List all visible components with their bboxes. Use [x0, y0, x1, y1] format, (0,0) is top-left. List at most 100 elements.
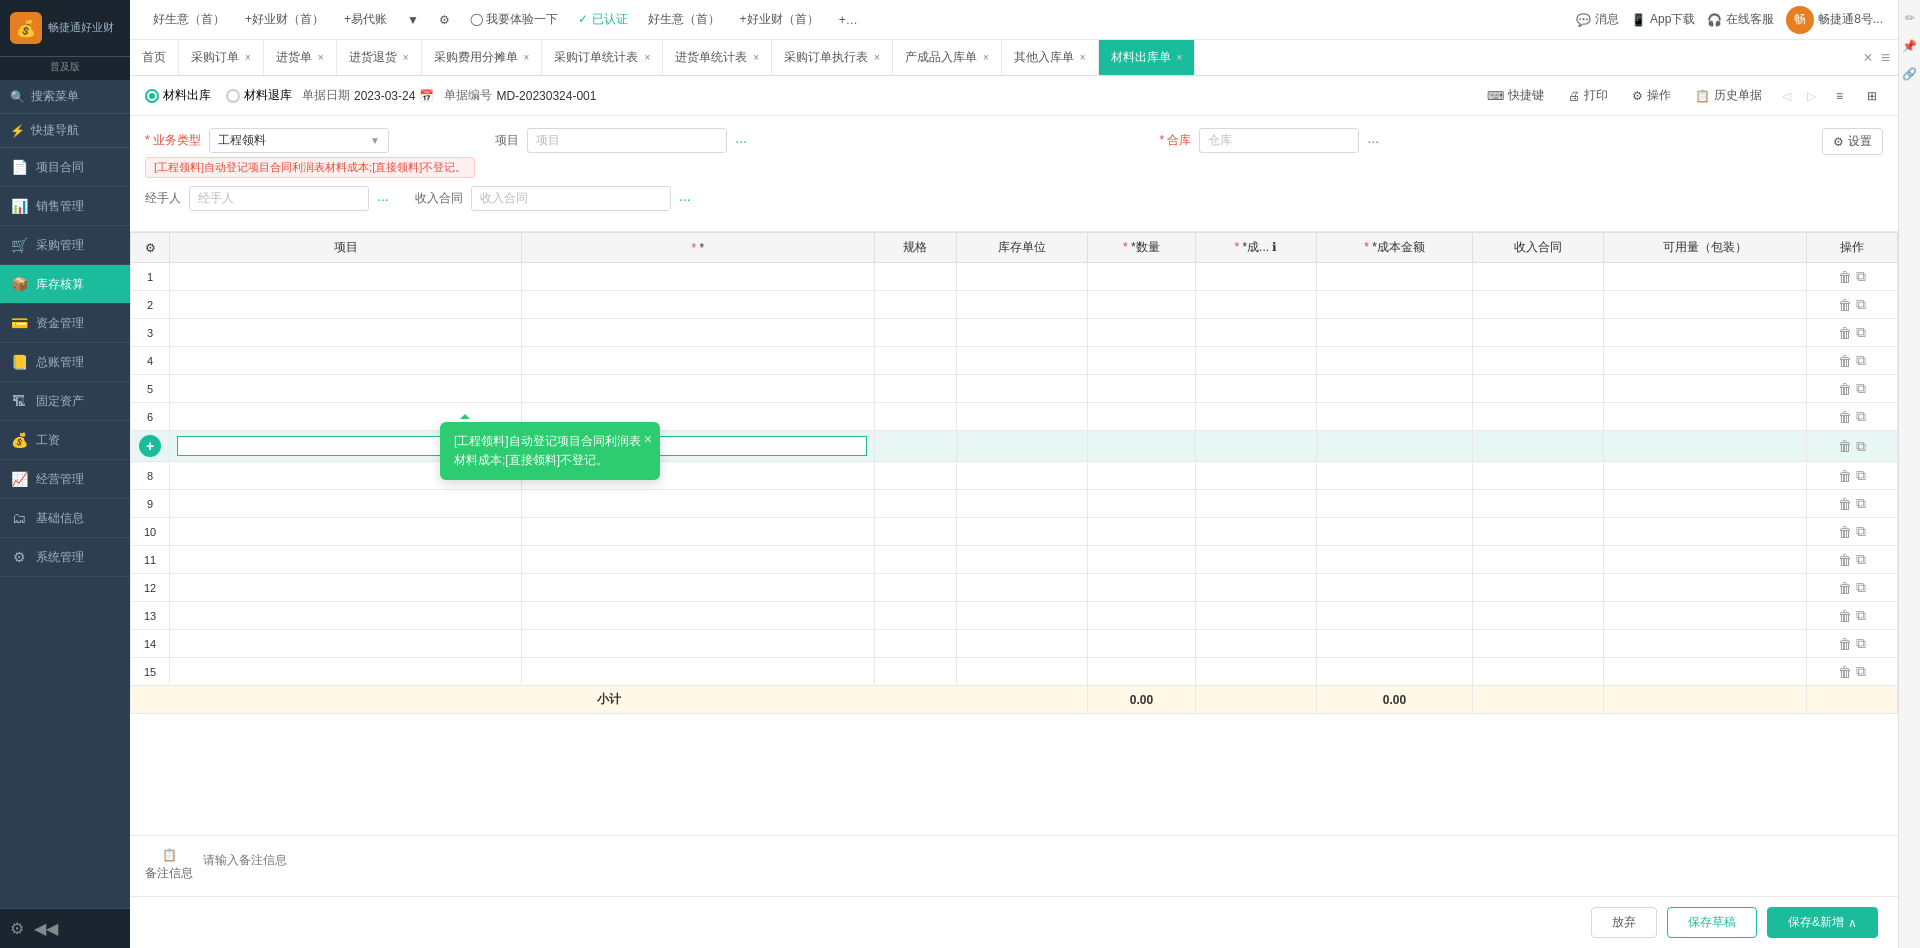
cell-available-qty[interactable] [1604, 574, 1807, 602]
cell-income-contract[interactable] [1473, 546, 1604, 574]
cell-available-qty[interactable] [1604, 431, 1807, 462]
cell-project[interactable] [170, 319, 522, 347]
row-delete-icon[interactable]: 🗑 [1838, 353, 1852, 369]
cell-cost-amount[interactable] [1316, 347, 1472, 375]
tab-close-icon[interactable]: × [753, 52, 759, 63]
cell-material[interactable] [522, 319, 874, 347]
row-copy-icon[interactable]: ⧉ [1856, 268, 1866, 285]
cell-stock-unit[interactable] [957, 291, 1088, 319]
cell-available-qty[interactable] [1604, 375, 1807, 403]
tab-goods-return[interactable]: 进货退货 × [337, 40, 422, 76]
cell-cost-price[interactable] [1195, 518, 1316, 546]
cell-material[interactable] [522, 518, 874, 546]
cell-cost-amount[interactable] [1316, 518, 1472, 546]
discard-button[interactable]: 放弃 [1591, 907, 1657, 938]
row-copy-icon[interactable]: ⧉ [1856, 523, 1866, 540]
top-nav-more[interactable]: +… [831, 9, 866, 31]
cell-cost-price[interactable] [1195, 546, 1316, 574]
cell-cost-amount[interactable] [1316, 431, 1472, 462]
row-delete-icon[interactable]: 🗑 [1838, 269, 1852, 285]
tab-close-icon[interactable]: × [1177, 52, 1183, 63]
top-nav-yidaizhang[interactable]: +易代账 [336, 7, 395, 32]
right-mini-edit-icon[interactable]: ✏ [1900, 8, 1920, 28]
layout-list-btn[interactable]: ≡ [1830, 86, 1849, 106]
cell-project[interactable] [170, 658, 522, 686]
row-delete-icon[interactable]: 🗑 [1838, 664, 1852, 680]
cell-spec[interactable] [874, 602, 957, 630]
handler-more-icon[interactable]: ··· [377, 191, 389, 207]
cell-cost-amount[interactable] [1316, 546, 1472, 574]
sidebar-item-fixed-assets[interactable]: 🏗 固定资产 [0, 382, 130, 421]
history-btn[interactable]: 📋 历史单据 [1689, 84, 1768, 107]
top-nav-trial[interactable]: ◯ 我要体验一下 [462, 7, 566, 32]
top-nav-customer-service[interactable]: 🎧 在线客服 [1707, 11, 1774, 28]
sidebar-item-inventory[interactable]: 📦 库存核算 [0, 265, 130, 304]
tab-close-icon[interactable]: × [874, 52, 880, 63]
cell-quantity[interactable] [1087, 518, 1195, 546]
table-container[interactable]: ⚙ 项目 * 规格 库存单位 *数量 *成... ℹ *成本金额 收入合同 可用… [130, 232, 1898, 835]
row-copy-icon[interactable]: ⧉ [1856, 467, 1866, 484]
row-copy-icon[interactable]: ⧉ [1856, 635, 1866, 652]
cell-cost-price[interactable] [1195, 319, 1316, 347]
cell-cost-amount[interactable] [1316, 630, 1472, 658]
tab-close-all-icon[interactable]: × [1863, 49, 1872, 67]
cell-stock-unit[interactable] [957, 658, 1088, 686]
cell-income-contract[interactable] [1473, 347, 1604, 375]
cell-material[interactable] [522, 375, 874, 403]
cell-income-contract[interactable] [1473, 291, 1604, 319]
cell-cost-amount[interactable] [1316, 403, 1472, 431]
cell-income-contract[interactable] [1473, 375, 1604, 403]
tab-close-icon[interactable]: × [318, 52, 324, 63]
cell-material[interactable] [522, 347, 874, 375]
sidebar-item-system[interactable]: ⚙ 系统管理 [0, 538, 130, 577]
cell-project[interactable] [170, 263, 522, 291]
tab-close-icon[interactable]: × [403, 52, 409, 63]
tab-goods-receipt[interactable]: 进货单 × [264, 40, 337, 76]
cell-stock-unit[interactable] [957, 630, 1088, 658]
form-settings-btn[interactable]: ⚙ 设置 [1822, 128, 1883, 155]
row-copy-icon[interactable]: ⧉ [1856, 296, 1866, 313]
cell-quantity[interactable] [1087, 263, 1195, 291]
top-nav-haoyecai2[interactable]: +好业财（首） [732, 7, 827, 32]
top-nav-app-download[interactable]: 📱 App下载 [1631, 11, 1695, 28]
cell-project[interactable] [170, 602, 522, 630]
cell-quantity[interactable] [1087, 347, 1195, 375]
row-copy-icon[interactable]: ⧉ [1856, 380, 1866, 397]
row-delete-icon[interactable]: 🗑 [1838, 552, 1852, 568]
cell-quantity[interactable] [1087, 630, 1195, 658]
cell-stock-unit[interactable] [957, 574, 1088, 602]
tab-goods-receipt-stats[interactable]: 进货单统计表 × [663, 40, 772, 76]
cell-spec[interactable] [874, 263, 957, 291]
cell-project[interactable] [170, 574, 522, 602]
cell-stock-unit[interactable] [957, 403, 1088, 431]
cell-spec[interactable] [874, 490, 957, 518]
cell-available-qty[interactable] [1604, 263, 1807, 291]
layout-grid-btn[interactable]: ⊞ [1861, 86, 1883, 106]
cell-available-qty[interactable] [1604, 347, 1807, 375]
cell-material[interactable] [522, 630, 874, 658]
cell-material[interactable] [522, 546, 874, 574]
project-select[interactable]: 项目 [527, 128, 727, 153]
top-nav-settings-icon[interactable]: ⚙ [431, 9, 458, 31]
row-delete-icon[interactable]: 🗑 [1838, 297, 1852, 313]
cell-cost-amount[interactable] [1316, 319, 1472, 347]
col-header-settings[interactable]: ⚙ [131, 233, 170, 263]
cell-spec[interactable] [874, 403, 957, 431]
cell-spec[interactable] [874, 431, 957, 462]
cell-quantity[interactable] [1087, 319, 1195, 347]
cell-income-contract[interactable] [1473, 602, 1604, 630]
cell-available-qty[interactable] [1604, 291, 1807, 319]
cell-cost-price[interactable] [1195, 658, 1316, 686]
cell-project[interactable] [170, 630, 522, 658]
tab-material-issue[interactable]: 材料出库单 × [1099, 40, 1196, 76]
cell-income-contract[interactable] [1473, 263, 1604, 291]
tab-close-icon[interactable]: × [524, 52, 530, 63]
top-nav-haoshengyi[interactable]: 好生意（首） [145, 7, 233, 32]
row-delete-icon[interactable]: 🗑 [1838, 438, 1852, 454]
operations-btn[interactable]: ⚙ 操作 [1626, 84, 1677, 107]
sidebar-item-accounting[interactable]: 📒 总账管理 [0, 343, 130, 382]
cell-cost-amount[interactable] [1316, 291, 1472, 319]
row-copy-icon[interactable]: ⧉ [1856, 607, 1866, 624]
cell-cost-price[interactable] [1195, 347, 1316, 375]
right-mini-pin-icon[interactable]: 📌 [1900, 36, 1920, 56]
